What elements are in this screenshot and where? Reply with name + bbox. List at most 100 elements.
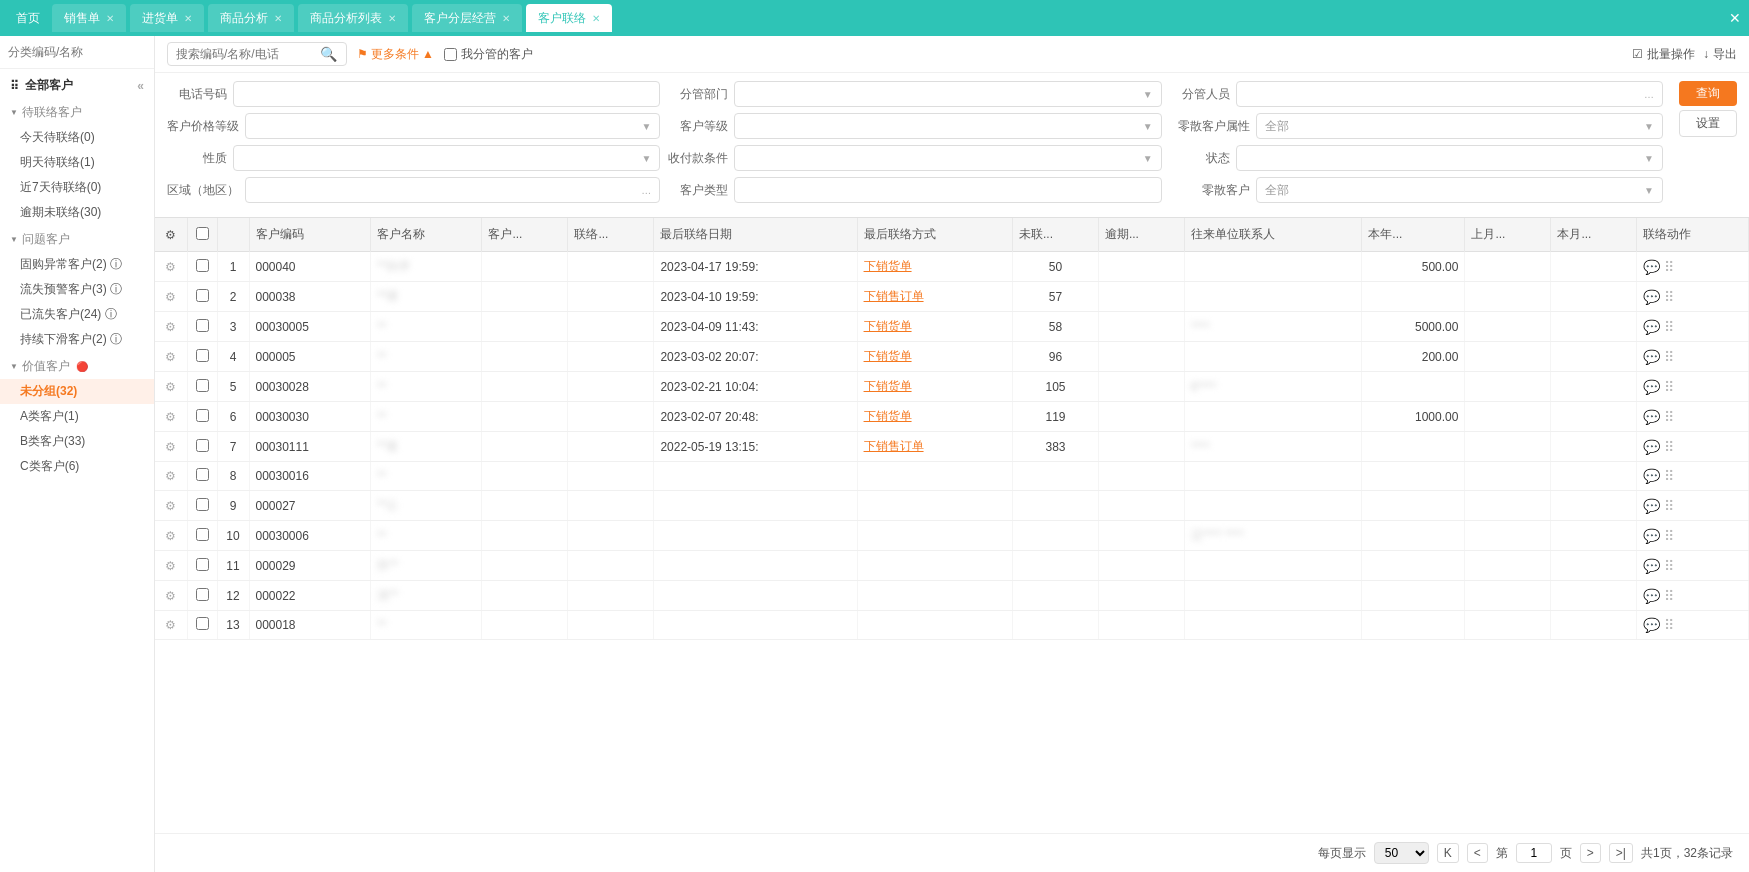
search-box[interactable]: 🔍 <box>167 42 347 66</box>
row-checkbox[interactable] <box>196 349 209 362</box>
filter-cust-type-select[interactable] <box>734 177 1161 203</box>
filter-payment-select[interactable]: ▼ <box>734 145 1161 171</box>
last-page-btn[interactable]: >| <box>1609 843 1633 863</box>
contact-col-header[interactable]: 联络... <box>568 218 654 252</box>
my-customers-checkbox[interactable] <box>444 48 457 61</box>
row-settings-icon[interactable]: ⚙ <box>165 410 176 424</box>
row-checkbox[interactable] <box>196 528 209 541</box>
last-month-header[interactable]: 上月... <box>1465 218 1551 252</box>
search-icon[interactable]: 🔍 <box>320 46 337 62</box>
row-settings-icon[interactable]: ⚙ <box>165 529 176 543</box>
grid-action-icon[interactable]: ⠿ <box>1664 409 1674 425</box>
message-icon[interactable]: 💬 <box>1643 468 1660 484</box>
message-icon[interactable]: 💬 <box>1643 319 1660 335</box>
reset-button[interactable]: 设置 <box>1679 110 1737 137</box>
row-checkbox[interactable] <box>196 379 209 392</box>
close-sales-tab[interactable]: ✕ <box>106 13 114 24</box>
close-purchase-tab[interactable]: ✕ <box>184 13 192 24</box>
row-settings-icon[interactable]: ⚙ <box>165 589 176 603</box>
sidebar-item-tomorrow-pending[interactable]: 明天待联络(1) <box>0 150 154 175</box>
sidebar-group-value[interactable]: ▼ 价值客户 🔴 <box>0 352 154 379</box>
filter-status-select[interactable]: ▼ <box>1236 145 1663 171</box>
contact-way-link[interactable]: 下销货单 <box>864 409 912 423</box>
page-size-select[interactable]: 50 100 200 <box>1374 842 1429 864</box>
contact-way-link[interactable]: 下销货单 <box>864 259 912 273</box>
sidebar-item-abnormal[interactable]: 固购异常客户(2) ⓘ <box>0 252 154 277</box>
row-settings-icon[interactable]: ⚙ <box>165 469 176 483</box>
sidebar-search-input[interactable] <box>8 45 155 59</box>
this-month-header[interactable]: 本月... <box>1551 218 1637 252</box>
message-icon[interactable]: 💬 <box>1643 498 1660 514</box>
grid-action-icon[interactable]: ⠿ <box>1664 439 1674 455</box>
search-input[interactable] <box>176 47 316 61</box>
grid-action-icon[interactable]: ⠿ <box>1664 289 1674 305</box>
filter-price-select[interactable]: ▼ <box>245 113 660 139</box>
type-col-header[interactable]: 客户... <box>482 218 568 252</box>
message-icon[interactable]: 💬 <box>1643 289 1660 305</box>
row-checkbox[interactable] <box>196 319 209 332</box>
last-contact-way-header[interactable]: 最后联络方式 <box>857 218 1012 252</box>
message-icon[interactable]: 💬 <box>1643 409 1660 425</box>
name-col-header[interactable]: 客户名称 <box>370 218 482 252</box>
row-settings-icon[interactable]: ⚙ <box>165 350 176 364</box>
batch-ops-btn[interactable]: ☑ 批量操作 <box>1632 46 1695 63</box>
tab-product-analysis-list[interactable]: 商品分析列表 ✕ <box>298 4 408 32</box>
sidebar-item-7day-pending[interactable]: 近7天待联络(0) <box>0 175 154 200</box>
filter-cust-level-select[interactable]: ▼ <box>734 113 1161 139</box>
grid-action-icon[interactable]: ⠿ <box>1664 468 1674 484</box>
sidebar-item-churned[interactable]: 已流失客户(24) ⓘ <box>0 302 154 327</box>
row-settings-icon[interactable]: ⚙ <box>165 499 176 513</box>
sidebar-item-churn-warning[interactable]: 流失预警客户(3) ⓘ <box>0 277 154 302</box>
grid-action-icon[interactable]: ⠿ <box>1664 379 1674 395</box>
tab-product-analysis[interactable]: 商品分析 ✕ <box>208 4 294 32</box>
message-icon[interactable]: 💬 <box>1643 379 1660 395</box>
message-icon[interactable]: 💬 <box>1643 439 1660 455</box>
window-close-button[interactable]: ✕ <box>1729 10 1741 26</box>
filter-nature-select[interactable]: ▼ <box>233 145 660 171</box>
page-input[interactable] <box>1516 843 1552 863</box>
filter-person-select[interactable]: … <box>1236 81 1663 107</box>
contact-way-link[interactable]: 下销售订单 <box>864 439 924 453</box>
row-settings-icon[interactable]: ⚙ <box>165 440 176 454</box>
message-icon[interactable]: 💬 <box>1643 588 1660 604</box>
sidebar-collapse-icon[interactable]: « <box>137 79 144 93</box>
close-product-list-tab[interactable]: ✕ <box>388 13 396 24</box>
tab-customer-segment[interactable]: 客户分层经营 ✕ <box>412 4 522 32</box>
grid-action-icon[interactable]: ⠿ <box>1664 528 1674 544</box>
grid-action-icon[interactable]: ⠿ <box>1664 558 1674 574</box>
filter-dept-select[interactable]: ▼ <box>734 81 1161 107</box>
checkbox-col-header[interactable] <box>187 218 217 252</box>
message-icon[interactable]: 💬 <box>1643 259 1660 275</box>
filter-region-select[interactable]: … <box>245 177 660 203</box>
tab-customer-contact[interactable]: 客户联络 ✕ <box>526 4 612 32</box>
message-icon[interactable]: 💬 <box>1643 558 1660 574</box>
row-checkbox[interactable] <box>196 588 209 601</box>
sidebar-item-declining[interactable]: 持续下滑客户(2) ⓘ <box>0 327 154 352</box>
company-contact-header[interactable]: 往来单位联系人 <box>1184 218 1361 252</box>
grid-action-icon[interactable]: ⠿ <box>1664 588 1674 604</box>
home-tab[interactable]: 首页 <box>8 10 48 27</box>
message-icon[interactable]: 💬 <box>1643 528 1660 544</box>
sidebar-item-c-customers[interactable]: C类客户(6) <box>0 454 154 479</box>
sidebar-item-today-pending[interactable]: 今天待联络(0) <box>0 125 154 150</box>
sidebar-group-pending[interactable]: ▼ 待联络客户 <box>0 98 154 125</box>
select-all-checkbox[interactable] <box>196 227 209 240</box>
message-icon[interactable]: 💬 <box>1643 617 1660 633</box>
last-contact-date-header[interactable]: 最后联络日期 <box>654 218 857 252</box>
row-checkbox[interactable] <box>196 259 209 272</box>
row-checkbox[interactable] <box>196 468 209 481</box>
next-page-btn[interactable]: > <box>1580 843 1601 863</box>
row-settings-icon[interactable]: ⚙ <box>165 320 176 334</box>
settings-col-header[interactable]: ⚙ <box>155 218 187 252</box>
row-settings-icon[interactable]: ⚙ <box>165 618 176 632</box>
sidebar-item-b-customers[interactable]: B类客户(33) <box>0 429 154 454</box>
filter-retail-attr-select[interactable]: 全部 ▼ <box>1256 113 1663 139</box>
row-settings-icon[interactable]: ⚙ <box>165 290 176 304</box>
row-settings-icon[interactable]: ⚙ <box>165 260 176 274</box>
prev-page-btn[interactable]: < <box>1467 843 1488 863</box>
row-checkbox[interactable] <box>196 617 209 630</box>
row-checkbox[interactable] <box>196 558 209 571</box>
overdue-header[interactable]: 逾期... <box>1098 218 1184 252</box>
contact-way-link[interactable]: 下销货单 <box>864 379 912 393</box>
close-contact-tab[interactable]: ✕ <box>592 13 600 24</box>
